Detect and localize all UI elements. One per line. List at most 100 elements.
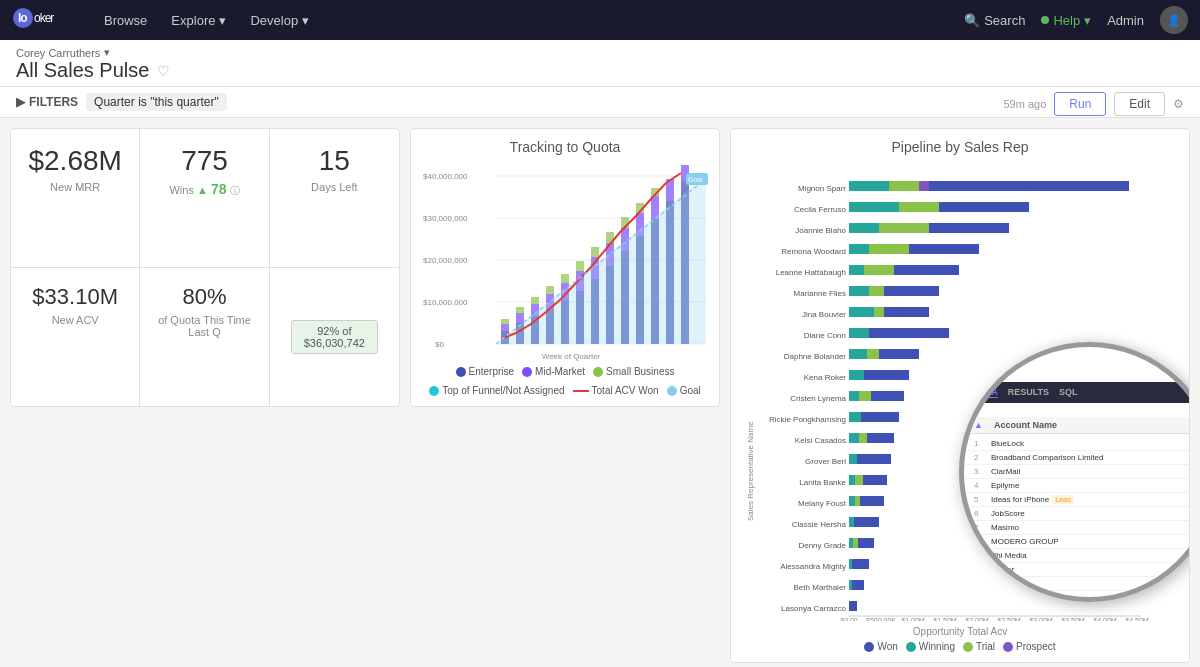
mag-row: 9Phi Media [964,549,1190,563]
settings-icon[interactable]: ⚙ [1173,97,1184,111]
run-button[interactable]: Run [1054,92,1106,116]
svg-rect-78 [849,286,869,296]
kpi-quota: 80% of Quota This Time Last Q [140,268,269,407]
svg-rect-122 [853,538,858,548]
svg-rect-57 [849,181,889,191]
admin-link[interactable]: Admin [1107,13,1144,28]
svg-rect-79 [869,286,884,296]
svg-rect-59 [919,181,929,191]
svg-text:$2.50M: $2.50M [997,617,1021,621]
svg-text:Lasonya Carrazco: Lasonya Carrazco [781,604,846,613]
mag-row: 6JobScore [964,507,1190,521]
svg-text:Mignon Sparr: Mignon Sparr [798,184,846,193]
svg-rect-63 [899,202,939,212]
svg-text:$40,000,000: $40,000,000 [423,172,468,181]
svg-rect-71 [869,244,909,254]
quota-label: of Quota This Time Last Q [156,314,252,338]
legend-top-funnel: Top of Funnel/Not Assigned [429,385,564,396]
wins-value: 775 [156,145,252,177]
mag-row: 11Scanbuy [964,577,1190,591]
svg-rect-41 [531,297,539,304]
avatar[interactable]: 👤 [1160,6,1188,34]
svg-rect-70 [849,244,869,254]
svg-rect-27 [516,313,524,323]
magnifier-rows: 1BlueLock 2Broadband Comparison Limited … [964,437,1190,597]
mag-row: 4Epilyme [964,479,1190,493]
svg-text:$4.00M: $4.00M [1093,617,1117,621]
favorite-icon[interactable]: ♡ [157,63,170,79]
kpi-mrr: $2.68M New MRR [11,129,140,268]
svg-text:Kelsi Casados: Kelsi Casados [795,436,846,445]
svg-text:Remona Woodard: Remona Woodard [781,247,846,256]
svg-rect-114 [849,496,855,506]
acv-value: $33.10M [27,284,123,310]
nav-browse[interactable]: Browse [92,0,159,40]
svg-rect-39 [501,319,509,324]
svg-text:Joannie Blaho: Joannie Blaho [795,226,846,235]
svg-rect-121 [849,538,853,548]
svg-rect-128 [849,580,852,590]
magnifier-tab-data[interactable]: DATA [974,387,998,398]
filter-chip[interactable]: Quarter is "this quarter" [86,93,227,111]
svg-rect-104 [859,433,867,443]
quota-value: 80% [156,284,252,310]
main-grid: $2.68M New MRR 775 Wins ▲ 78 ⓘ 15 Days L… [0,118,1200,667]
svg-text:$0.00: $0.00 [840,617,858,621]
svg-text:Classie Hersha: Classie Hersha [792,520,847,529]
nav-explore[interactable]: Explore ▾ [159,0,238,40]
svg-rect-45 [591,247,599,257]
kpi-days: 15 Days Left [270,129,399,268]
svg-rect-67 [879,223,929,233]
svg-rect-111 [855,475,863,485]
kpi-acv: $33.10M New ACV [11,268,140,407]
svg-rect-103 [849,433,859,443]
svg-text:Week of Quarter: Week of Quarter [542,352,601,361]
svg-text:Cristen Lynema: Cristen Lynema [790,394,846,403]
svg-text:Alessandra Mighty: Alessandra Mighty [780,562,846,571]
svg-text:$500.00K: $500.00K [866,617,896,621]
svg-text:Daphne Bolander: Daphne Bolander [784,352,847,361]
tracking-to-quota-panel: Tracking to Quota $40,000,000 $30,000,00… [410,128,720,407]
search-button[interactable]: 🔍 Search [964,13,1025,28]
svg-text:Goal: Goal [688,176,703,183]
svg-text:Denny Grade: Denny Grade [798,541,846,550]
svg-text:Cecila Ferruso: Cecila Ferruso [794,205,847,214]
svg-rect-58 [889,181,919,191]
mag-row: 8MODERO GROUP [964,535,1190,549]
tracking-chart: $40,000,000 $30,000,000 $20,000,000 $10,… [421,161,711,361]
svg-rect-44 [576,261,584,271]
last-run-time: 59m ago [1003,98,1046,110]
mag-row: 3ClarMail [964,465,1190,479]
svg-text:oker: oker [34,11,54,25]
nav-right: 🔍 Search Help ▾ Admin 👤 [964,6,1188,34]
legend-midmarket: Mid-Market [522,366,585,377]
quota-sub-label: 92% of $36,030,742 [291,320,379,354]
svg-rect-130 [849,601,857,611]
svg-rect-82 [849,307,874,317]
edit-button[interactable]: Edit [1114,92,1165,116]
svg-rect-86 [849,328,869,338]
status-dot [1041,16,1049,24]
magnifier-header: DATA RESULTS SQL [964,382,1190,403]
kpi-grid: $2.68M New MRR 775 Wins ▲ 78 ⓘ 15 Days L… [10,128,400,407]
svg-text:Leanne Hattabaugh: Leanne Hattabaugh [776,268,846,277]
magnifier-tab-sql[interactable]: SQL [1059,387,1078,398]
svg-rect-62 [849,202,899,212]
svg-text:lo: lo [18,11,27,25]
filter-expand-icon[interactable]: ▶ [16,95,25,109]
legend-enterprise: Enterprise [456,366,515,377]
svg-rect-26 [501,324,509,331]
header-actions: 59m ago Run Edit ⚙ [1003,92,1184,116]
svg-text:Melany Foust: Melany Foust [798,499,847,508]
nav-bar: lo oker Browse Explore ▾ Develop ▾ 🔍 Sea… [0,0,1200,40]
logo[interactable]: lo oker [12,7,72,34]
nav-develop[interactable]: Develop ▾ [238,0,321,40]
svg-text:$4.50M: $4.50M [1125,617,1149,621]
svg-rect-97 [859,391,871,401]
magnifier-tab-results[interactable]: RESULTS [1008,387,1049,398]
search-icon: 🔍 [964,13,980,28]
svg-text:Sales Representative Name: Sales Representative Name [746,421,755,521]
filters-label: ▶ FILTERS [16,95,78,109]
help-button[interactable]: Help ▾ [1041,13,1091,28]
user-breadcrumb[interactable]: Corey Carruthers ▾ [16,46,1184,59]
